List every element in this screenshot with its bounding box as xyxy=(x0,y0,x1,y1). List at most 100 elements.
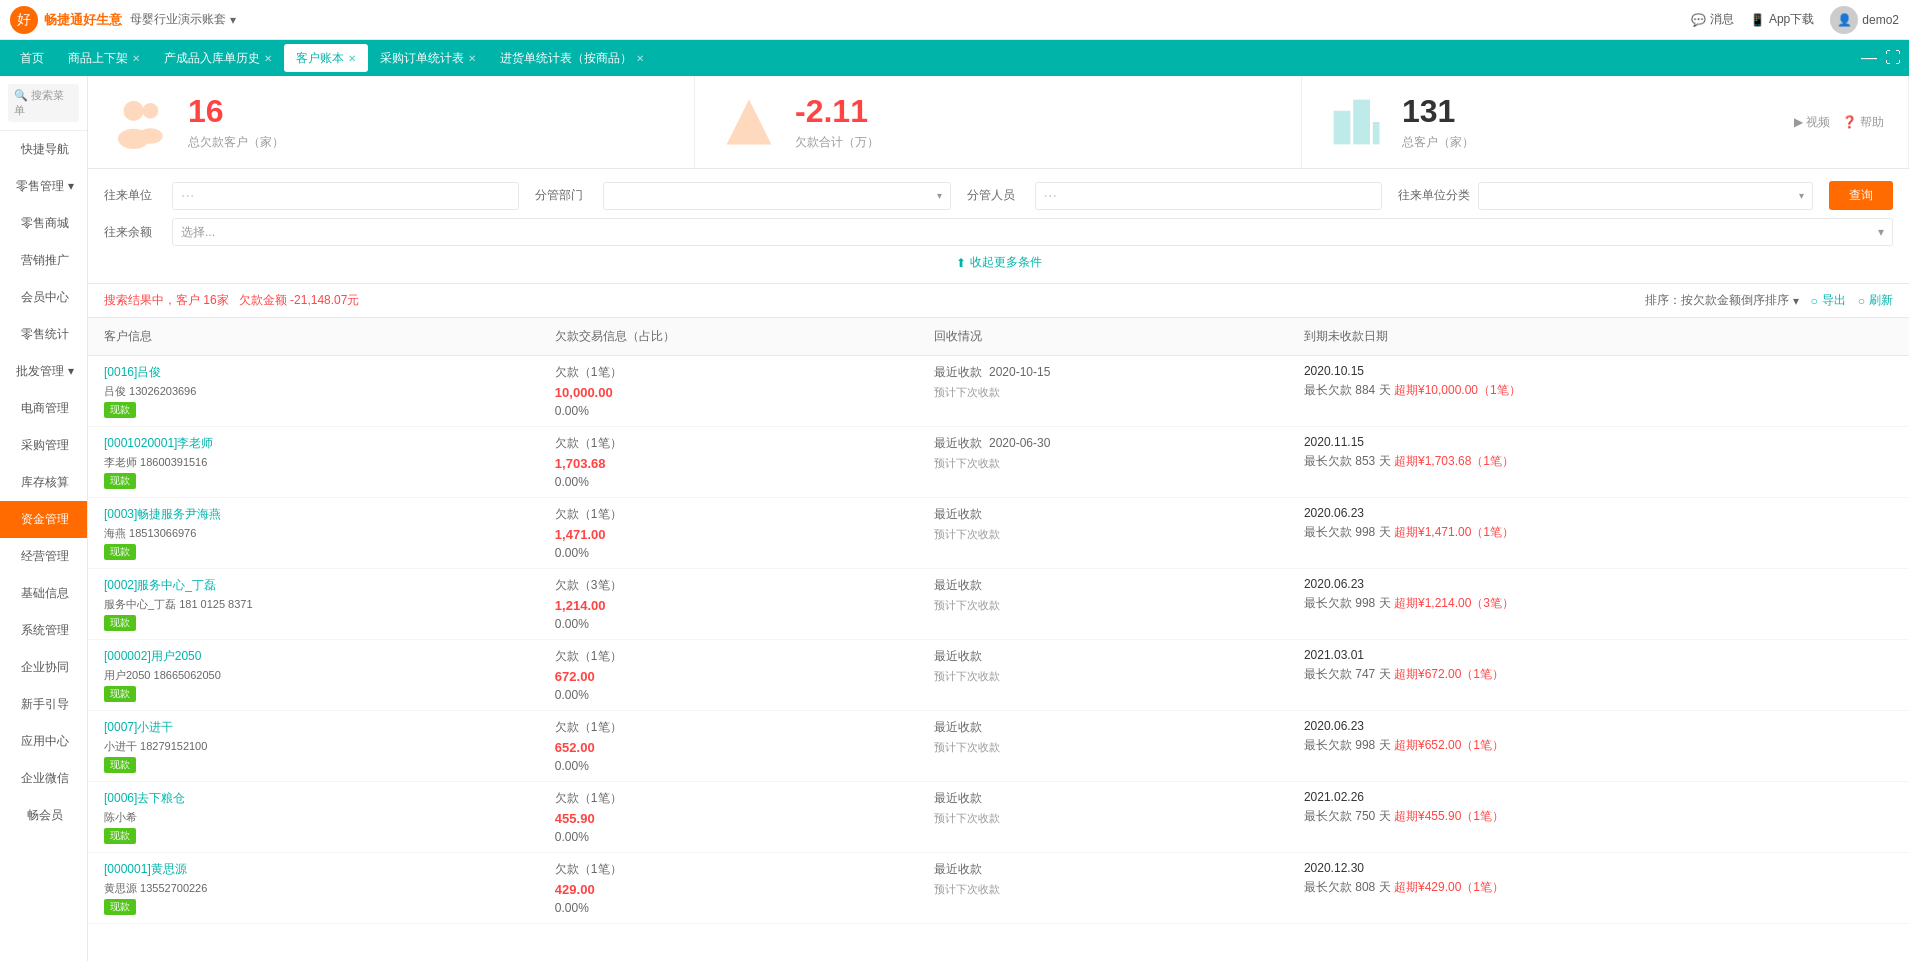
sidebar-item-vip[interactable]: 畅会员 xyxy=(0,797,87,834)
industry-selector[interactable]: 母婴行业演示账套 ▾ xyxy=(130,11,236,28)
tab-product-history-close[interactable]: ✕ xyxy=(264,53,272,64)
next-collection-2: 预计下次收款 xyxy=(934,527,1272,542)
tab-purchase-stats[interactable]: 采购订单统计表 ✕ xyxy=(368,44,488,72)
debt-label-3: 欠款（3笔） xyxy=(555,577,902,594)
cell-debt-info-2: 欠款（1笔） 1,471.00 0.00% xyxy=(539,498,918,569)
debt-customers-label: 总欠款客户（家） xyxy=(188,134,284,151)
tab-customer-account-close[interactable]: ✕ xyxy=(348,53,356,64)
customer-link-4[interactable]: [000002]用户2050 xyxy=(104,648,523,665)
dept-input[interactable]: ▾ xyxy=(603,182,950,210)
top-bar-left: 好 畅捷通好生意 母婴行业演示账套 ▾ xyxy=(10,6,236,34)
collapse-icon: ⬆ xyxy=(956,256,966,270)
top-bar-right: 💬 消息 📱 App下载 👤 demo2 xyxy=(1691,6,1899,34)
debt-amount-value: -2.11 xyxy=(795,93,879,130)
view-video-button[interactable]: ▶ 视频 xyxy=(1794,114,1830,131)
customer-link-0[interactable]: [0016]吕俊 xyxy=(104,364,523,381)
sort-label: 排序：按欠款金额倒序排序 xyxy=(1645,292,1789,309)
customer-info-3: [0002]服务中心_丁磊 服务中心_丁磊 181 0125 8371 现款 xyxy=(104,577,523,631)
overdue-link-1[interactable]: 超期¥1,703.68（1笔） xyxy=(1394,454,1514,468)
debt-amount-icon: ¥ xyxy=(719,92,779,152)
unit-category-input[interactable]: ▾ xyxy=(1478,182,1813,210)
source-unit-label: 往来单位 xyxy=(104,187,164,204)
app-download-button[interactable]: 📱 App下载 xyxy=(1750,11,1814,28)
tab-inbound-stats[interactable]: 进货单统计表（按商品） ✕ xyxy=(488,44,656,72)
sidebar-item-retail-shop[interactable]: 零售商城 xyxy=(0,205,87,242)
brand-name: 畅捷通好生意 xyxy=(44,11,122,29)
sidebar-item-members[interactable]: 会员中心 xyxy=(0,279,87,316)
export-button[interactable]: ○ 导出 xyxy=(1811,292,1846,309)
customer-link-1[interactable]: [0001020001]李老师 xyxy=(104,435,523,452)
sidebar-item-enterprise[interactable]: 企业协同 xyxy=(0,649,87,686)
last-collection-7: 最近收款 xyxy=(934,861,1272,878)
overdue-link-4[interactable]: 超期¥672.00（1笔） xyxy=(1394,667,1504,681)
source-unit-input[interactable]: ··· xyxy=(172,182,519,210)
tab-product-off-close[interactable]: ✕ xyxy=(132,53,140,64)
sidebar-item-system[interactable]: 系统管理 xyxy=(0,612,87,649)
overdue-info-3: 2020.06.23 最长欠款 998 天 超期¥1,214.00（3笔） xyxy=(1304,577,1893,612)
overdue-days-3: 最长欠款 998 天 超期¥1,214.00（3笔） xyxy=(1304,595,1893,612)
search-button[interactable]: 查询 xyxy=(1829,181,1893,210)
debt-info-3: 欠款（3笔） 1,214.00 0.00% xyxy=(555,577,902,631)
customer-link-6[interactable]: [0006]去下粮仓 xyxy=(104,790,523,807)
filter-row-1: 往来单位 ··· 分管部门 ▾ 分管人员 xyxy=(104,181,1893,210)
debt-customers-value: 16 xyxy=(188,93,284,130)
tab-home[interactable]: 首页 xyxy=(8,44,56,72)
sidebar-item-ops-mgmt[interactable]: 经营管理 xyxy=(0,538,87,575)
tab-product-off[interactable]: 商品上下架 ✕ xyxy=(56,44,152,72)
help-icon: ❓ xyxy=(1842,115,1857,129)
customer-link-5[interactable]: [0007]小进干 xyxy=(104,719,523,736)
refresh-button[interactable]: ○ 刷新 xyxy=(1858,292,1893,309)
sidebar-item-corp-wx[interactable]: 企业微信 xyxy=(0,760,87,797)
sort-button[interactable]: 排序：按欠款金额倒序排序 ▾ xyxy=(1645,292,1799,309)
overdue-link-2[interactable]: 超期¥1,471.00（1笔） xyxy=(1394,525,1514,539)
tab-inbound-stats-close[interactable]: ✕ xyxy=(636,53,644,64)
customer-link-7[interactable]: [000001]黄思源 xyxy=(104,861,523,878)
help-button[interactable]: ❓ 帮助 xyxy=(1842,114,1884,131)
sidebar-item-batch-mgmt[interactable]: 批发管理 ▾ xyxy=(0,353,87,390)
cell-collection-1: 最近收款 2020-06-30 预计下次收款 xyxy=(918,427,1288,498)
tab-customer-account[interactable]: 客户账本 ✕ xyxy=(284,44,368,72)
balance-placeholder: 选择... xyxy=(181,224,215,241)
sidebar-item-basic-info[interactable]: 基础信息 xyxy=(0,575,87,612)
nav-maximize-button[interactable]: ⛶ xyxy=(1885,49,1901,67)
sidebar-item-retail-mgmt[interactable]: 零售管理 ▾ xyxy=(0,168,87,205)
tab-purchase-stats-close[interactable]: ✕ xyxy=(468,53,476,64)
overdue-link-5[interactable]: 超期¥652.00（1笔） xyxy=(1394,738,1504,752)
debt-ratio-7: 0.00% xyxy=(555,901,902,915)
overdue-link-3[interactable]: 超期¥1,214.00（3笔） xyxy=(1394,596,1514,610)
sidebar-item-marketing[interactable]: 营销推广 xyxy=(0,242,87,279)
overdue-link-7[interactable]: 超期¥429.00（1笔） xyxy=(1394,880,1504,894)
user-profile[interactable]: 👤 demo2 xyxy=(1830,6,1899,34)
balance-select[interactable]: 选择... ▾ xyxy=(172,218,1893,246)
customer-tag-1: 现款 xyxy=(104,473,136,489)
sidebar-item-newbie[interactable]: 新手引导 xyxy=(0,686,87,723)
sidebar-item-nav[interactable]: 快捷导航 xyxy=(0,131,87,168)
sidebar-search-button[interactable]: 🔍 搜索菜单 xyxy=(8,84,79,122)
results-prefix: 搜索结果中，客户 xyxy=(104,293,200,307)
collapse-button[interactable]: ⬆ 收起更多条件 xyxy=(104,254,1893,271)
sidebar-item-finance[interactable]: 资金管理 xyxy=(0,501,87,538)
sidebar-item-ecommerce[interactable]: 电商管理 xyxy=(0,390,87,427)
nav-minimize-button[interactable]: — xyxy=(1861,49,1877,67)
sidebar-item-app-center[interactable]: 应用中心 xyxy=(0,723,87,760)
sidebar-item-purchase[interactable]: 采购管理 xyxy=(0,427,87,464)
message-button[interactable]: 💬 消息 xyxy=(1691,11,1734,28)
debt-info-1: 欠款（1笔） 1,703.68 0.00% xyxy=(555,435,902,489)
person-input[interactable]: ··· xyxy=(1035,182,1382,210)
customer-link-2[interactable]: [0003]畅捷服务尹海燕 xyxy=(104,506,523,523)
stat-debt-amount: ¥ -2.11 欠款合计（万） xyxy=(695,76,1302,168)
svg-rect-5 xyxy=(1334,111,1351,145)
stat-debt-customers: 16 总欠款客户（家） xyxy=(88,76,695,168)
overdue-link-0[interactable]: 超期¥10,000.00（1笔） xyxy=(1394,383,1521,397)
debt-ratio-4: 0.00% xyxy=(555,688,902,702)
cell-debt-info-3: 欠款（3笔） 1,214.00 0.00% xyxy=(539,569,918,640)
sidebar-item-retail-stats[interactable]: 零售统计 xyxy=(0,316,87,353)
customer-link-3[interactable]: [0002]服务中心_丁磊 xyxy=(104,577,523,594)
tab-product-history[interactable]: 产成品入库单历史 ✕ xyxy=(152,44,284,72)
overdue-info-6: 2021.02.26 最长欠款 750 天 超期¥455.90（1笔） xyxy=(1304,790,1893,825)
collection-info-2: 最近收款 预计下次收款 xyxy=(934,506,1272,542)
sidebar-item-inventory[interactable]: 库存核算 xyxy=(0,464,87,501)
next-collection-6: 预计下次收款 xyxy=(934,811,1272,826)
overdue-link-6[interactable]: 超期¥455.90（1笔） xyxy=(1394,809,1504,823)
cell-collection-0: 最近收款 2020-10-15 预计下次收款 xyxy=(918,356,1288,427)
